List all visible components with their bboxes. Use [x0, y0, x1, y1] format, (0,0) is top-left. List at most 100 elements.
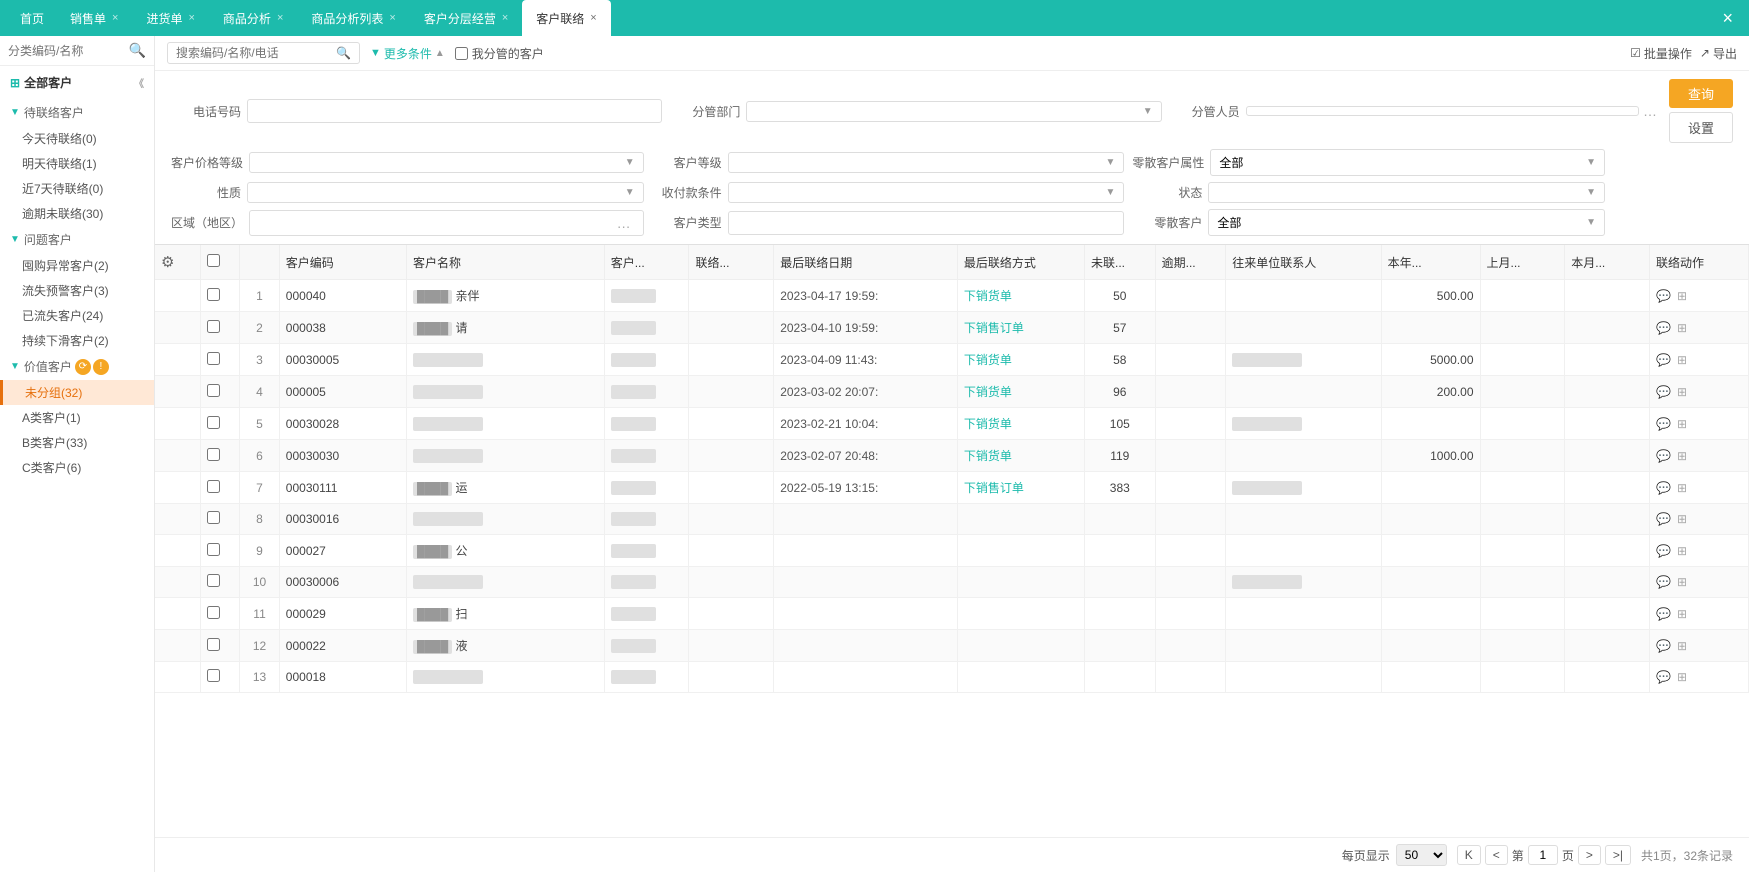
- sidebar-group-pending[interactable]: ▼ 待联络客户: [0, 99, 154, 126]
- close-all-icon[interactable]: ×: [1714, 8, 1741, 29]
- row-checkbox[interactable]: [200, 472, 240, 504]
- close-customer-tier-tab[interactable]: ×: [502, 12, 508, 24]
- region-dots-btn[interactable]: …: [613, 215, 635, 231]
- chat-icon[interactable]: 💬: [1656, 353, 1671, 367]
- close-sales-tab[interactable]: ×: [112, 12, 118, 24]
- sidebar-item-abnormal[interactable]: 囤购异常客户(2): [0, 253, 154, 278]
- sidebar-item-class-a[interactable]: A类客户(1): [0, 405, 154, 430]
- grid-action-icon[interactable]: ⊞: [1677, 417, 1687, 431]
- grid-action-icon[interactable]: ⊞: [1677, 512, 1687, 526]
- grid-action-icon[interactable]: ⊞: [1677, 639, 1687, 653]
- sidebar-item-class-b[interactable]: B类客户(33): [0, 430, 154, 455]
- chat-icon[interactable]: 💬: [1656, 607, 1671, 621]
- sidebar-item-tomorrow-contact[interactable]: 明天待联络(1): [0, 151, 154, 176]
- export-btn[interactable]: ↗ 导出: [1700, 45, 1737, 62]
- row-checkbox[interactable]: [200, 312, 240, 344]
- grid-action-icon[interactable]: ⊞: [1677, 575, 1687, 589]
- nature-select[interactable]: ▼: [247, 182, 644, 203]
- row-checkbox[interactable]: [200, 408, 240, 440]
- last-page-btn[interactable]: >|: [1605, 845, 1631, 865]
- close-product-list-tab[interactable]: ×: [389, 12, 395, 24]
- sidebar-item-today-contact[interactable]: 今天待联络(0): [0, 126, 154, 151]
- sidebar-item-class-c[interactable]: C类客户(6): [0, 455, 154, 480]
- filter-more-btn[interactable]: ▼ 更多条件 ▲: [370, 45, 445, 62]
- region-select[interactable]: …: [249, 210, 644, 236]
- customer-type-input[interactable]: [728, 211, 1125, 235]
- sidebar-group-value[interactable]: ▼ 价值客户 ⟳ !: [0, 353, 154, 380]
- sidebar-item-week-contact[interactable]: 近7天待联络(0): [0, 176, 154, 201]
- grid-action-icon[interactable]: ⊞: [1677, 353, 1687, 367]
- chat-icon[interactable]: 💬: [1656, 321, 1671, 335]
- phone-input[interactable]: [247, 99, 662, 123]
- row-checkbox[interactable]: [200, 440, 240, 472]
- sidebar-collapse-icon[interactable]: 《: [134, 75, 144, 90]
- chat-icon[interactable]: 💬: [1656, 670, 1671, 684]
- row-checkbox[interactable]: [200, 504, 240, 535]
- chat-icon[interactable]: 💬: [1656, 449, 1671, 463]
- my-customers-filter[interactable]: 我分管的客户: [455, 45, 544, 62]
- col-checkbox[interactable]: [200, 245, 240, 280]
- sidebar-search-icon[interactable]: 🔍: [129, 42, 146, 59]
- sidebar-item-churn-warn[interactable]: 流失预警客户(3): [0, 278, 154, 303]
- chat-icon[interactable]: 💬: [1656, 639, 1671, 653]
- chat-icon[interactable]: 💬: [1656, 575, 1671, 589]
- price-level-select[interactable]: ▼: [249, 152, 644, 173]
- grid-action-icon[interactable]: ⊞: [1677, 289, 1687, 303]
- filter-search-icon[interactable]: 🔍: [336, 46, 351, 60]
- row-checkbox[interactable]: [200, 376, 240, 408]
- chat-icon[interactable]: 💬: [1656, 544, 1671, 558]
- tab-purchase[interactable]: 进货单 ×: [132, 0, 208, 36]
- sidebar-item-churned[interactable]: 已流失客户(24): [0, 303, 154, 328]
- prev-page-btn[interactable]: <: [1485, 845, 1508, 865]
- row-checkbox[interactable]: [200, 630, 240, 662]
- row-checkbox[interactable]: [200, 567, 240, 598]
- filter-search-input[interactable]: [176, 46, 336, 60]
- close-product-analysis-tab[interactable]: ×: [277, 12, 283, 24]
- filter-search-box[interactable]: 🔍: [167, 42, 360, 64]
- manager-select[interactable]: [1246, 106, 1639, 116]
- grid-action-icon[interactable]: ⊞: [1677, 449, 1687, 463]
- my-customers-checkbox[interactable]: [455, 47, 468, 60]
- chat-icon[interactable]: 💬: [1656, 512, 1671, 526]
- row-checkbox[interactable]: [200, 598, 240, 630]
- tab-home[interactable]: 首页: [8, 0, 56, 36]
- settings-icon[interactable]: ⚙: [161, 254, 174, 271]
- sidebar-search-input[interactable]: [8, 44, 129, 58]
- tab-product-analysis[interactable]: 商品分析 ×: [209, 0, 297, 36]
- sidebar-all-customers[interactable]: ⊞ 全部客户 《: [0, 66, 154, 99]
- row-checkbox[interactable]: [200, 344, 240, 376]
- chat-icon[interactable]: 💬: [1656, 289, 1671, 303]
- sidebar-group-problem[interactable]: ▼ 问题客户: [0, 226, 154, 253]
- tab-customer-tier[interactable]: 客户分层经营 ×: [410, 0, 522, 36]
- manager-dots-btn[interactable]: …: [1639, 103, 1661, 119]
- chat-icon[interactable]: 💬: [1656, 417, 1671, 431]
- page-size-select[interactable]: 20 50 100: [1396, 844, 1447, 866]
- close-customer-contact-tab[interactable]: ×: [590, 12, 596, 24]
- grid-action-icon[interactable]: ⊞: [1677, 607, 1687, 621]
- next-page-btn[interactable]: >: [1578, 845, 1601, 865]
- batch-operation-btn[interactable]: ☑ 批量操作: [1630, 45, 1692, 62]
- tab-product-list[interactable]: 商品分析列表 ×: [297, 0, 409, 36]
- row-checkbox[interactable]: [200, 662, 240, 693]
- retail-attr-select[interactable]: 全部 ▼: [1210, 149, 1605, 176]
- sidebar-item-ungrouped[interactable]: 未分组(32): [0, 380, 154, 405]
- select-all-checkbox[interactable]: [207, 254, 220, 267]
- row-checkbox[interactable]: [200, 280, 240, 312]
- grid-action-icon[interactable]: ⊞: [1677, 481, 1687, 495]
- tab-sales[interactable]: 销售单 ×: [56, 0, 132, 36]
- first-page-btn[interactable]: K: [1457, 845, 1481, 865]
- grid-action-icon[interactable]: ⊞: [1677, 670, 1687, 684]
- chat-icon[interactable]: 💬: [1656, 481, 1671, 495]
- reset-btn[interactable]: 设置: [1669, 112, 1733, 143]
- close-purchase-tab[interactable]: ×: [188, 12, 194, 24]
- page-number-input[interactable]: [1528, 845, 1558, 865]
- sidebar-item-overdue-contact[interactable]: 逾期未联络(30): [0, 201, 154, 226]
- dept-select[interactable]: ▼: [746, 101, 1161, 122]
- grid-action-icon[interactable]: ⊞: [1677, 321, 1687, 335]
- chat-icon[interactable]: 💬: [1656, 385, 1671, 399]
- grid-action-icon[interactable]: ⊞: [1677, 544, 1687, 558]
- query-btn[interactable]: 查询: [1669, 79, 1733, 108]
- retail-customer-select[interactable]: 全部 ▼: [1208, 209, 1605, 236]
- row-checkbox[interactable]: [200, 535, 240, 567]
- payment-select[interactable]: ▼: [728, 182, 1125, 203]
